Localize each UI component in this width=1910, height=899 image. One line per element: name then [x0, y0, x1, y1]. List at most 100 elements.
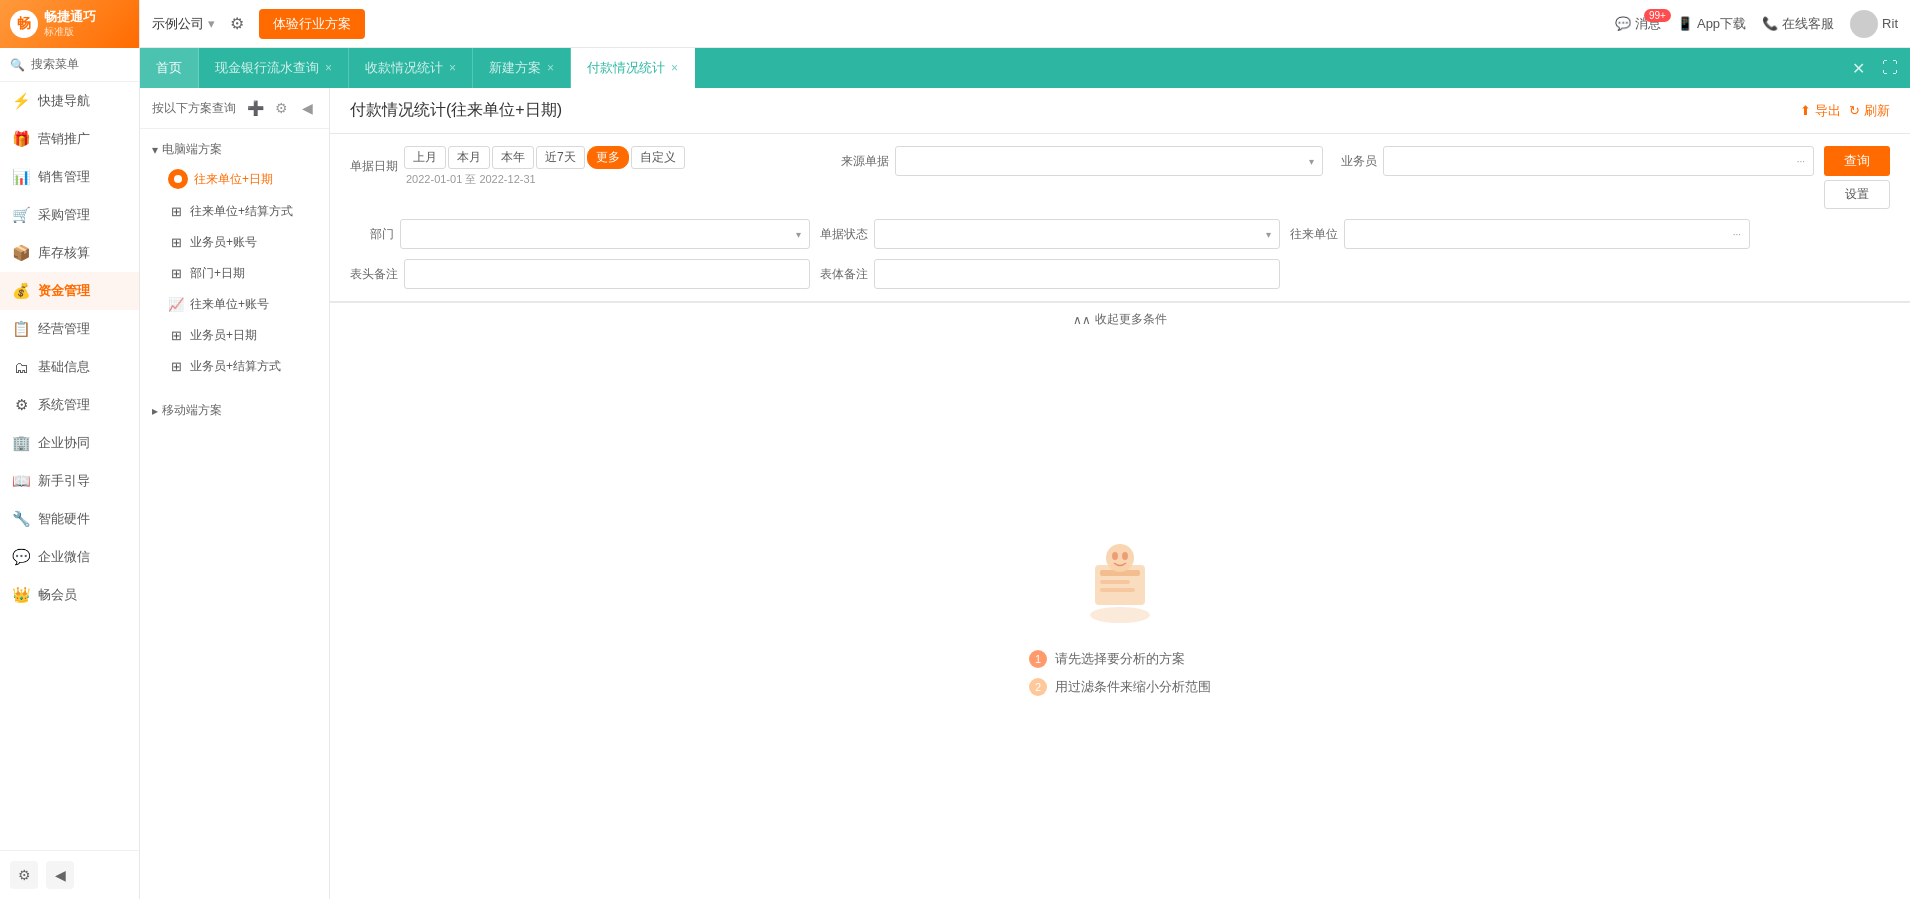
custom-date-btn[interactable]: 自定义 — [631, 146, 685, 169]
desktop-scheme-group-title[interactable]: ▾ 电脑端方案 — [140, 137, 329, 162]
doc-status-input[interactable]: ▾ — [874, 219, 1280, 249]
app-logo-icon: 畅 — [10, 10, 38, 38]
scheme-item-salesman-account[interactable]: ⊞ 业务员+账号 — [140, 227, 329, 258]
system-icon: ⚙ — [12, 396, 30, 414]
sidebar-item-guide[interactable]: 📖 新手引导 — [0, 462, 139, 500]
scheme-item-salesman-settle[interactable]: ⊞ 业务员+结算方式 — [140, 351, 329, 382]
tab-new-scheme[interactable]: 新建方案 × — [473, 48, 571, 88]
company-selector[interactable]: 示例公司 ▾ — [152, 15, 215, 33]
sidebar-item-inventory[interactable]: 📦 库存核算 — [0, 234, 139, 272]
scheme-settings-button[interactable]: ⚙ — [271, 98, 291, 118]
salesman-arrow: ··· — [1797, 156, 1805, 167]
this-month-btn[interactable]: 本月 — [448, 146, 490, 169]
tab-payment-stats-close[interactable]: × — [671, 61, 678, 75]
message-button[interactable]: 💬 消息 99+ — [1615, 15, 1661, 33]
sidebar-item-member[interactable]: 👑 畅会员 — [0, 576, 139, 614]
salesman-input[interactable]: ··· — [1383, 146, 1814, 176]
sidebar-item-quick-nav[interactable]: ⚡ 快捷导航 — [0, 82, 139, 120]
sidebar-item-system[interactable]: ⚙ 系统管理 — [0, 386, 139, 424]
scheme-item-dept-date[interactable]: ⊞ 部门+日期 — [140, 258, 329, 289]
sidebar-collapse-button[interactable]: ◀ — [46, 861, 74, 889]
user-avatar-button[interactable]: Rit — [1850, 10, 1898, 38]
sidebar: 畅 畅捷通巧 标准版 🔍 搜索菜单 ⚡ 快捷导航 🎁 营销推广 📊 销售管理 🛒… — [0, 0, 140, 899]
tab-payment-stats[interactable]: 付款情况统计 × — [571, 48, 695, 88]
doc-status-label: 单据状态 — [820, 226, 868, 243]
export-button[interactable]: ⬆ 导出 — [1800, 102, 1841, 120]
online-service-button[interactable]: 📞 在线客服 — [1762, 15, 1834, 33]
dept-input[interactable]: ▾ — [400, 219, 810, 249]
body-note-input[interactable] — [874, 259, 1280, 289]
tab-bank-flow[interactable]: 现金银行流水查询 × — [199, 48, 349, 88]
tab-maximize-button[interactable]: ⛶ — [1878, 56, 1902, 80]
sidebar-footer: ⚙ ◀ — [0, 850, 139, 899]
source-doc-arrow: ▾ — [1309, 156, 1314, 167]
online-service-label: 在线客服 — [1782, 15, 1834, 33]
source-doc-input[interactable]: ▾ — [895, 146, 1322, 176]
page-actions: ⬆ 导出 ↻ 刷新 — [1800, 102, 1890, 120]
sidebar-item-wechat[interactable]: 💬 企业微信 — [0, 538, 139, 576]
more-date-btn[interactable]: 更多 — [587, 146, 629, 169]
user-avatar — [1850, 10, 1878, 38]
sidebar-item-operation[interactable]: 📋 经营管理 — [0, 310, 139, 348]
tab-new-scheme-close[interactable]: × — [547, 61, 554, 75]
collapse-side-panel-button[interactable]: ◀ — [297, 98, 317, 118]
quick-nav-icon: ⚡ — [12, 92, 30, 110]
scheme-item-partner-settle[interactable]: ⊞ 往来单位+结算方式 — [140, 196, 329, 227]
sidebar-settings-button[interactable]: ⚙ — [10, 861, 38, 889]
tab-receivable-close[interactable]: × — [449, 61, 456, 75]
this-year-btn[interactable]: 本年 — [492, 146, 534, 169]
step-num-1: 1 — [1029, 650, 1047, 668]
scheme-item-label: 业务员+结算方式 — [190, 358, 281, 375]
svg-point-0 — [1090, 607, 1150, 623]
step-num-2: 2 — [1029, 678, 1047, 696]
collapse-label: 收起更多条件 — [1095, 311, 1167, 328]
body-note-label: 表体备注 — [820, 266, 868, 283]
collapse-icon: ∧∧ — [1073, 313, 1091, 327]
query-button[interactable]: 查询 — [1824, 146, 1890, 176]
empty-step-1: 1 请先选择要分析的方案 — [1029, 650, 1211, 668]
scheme-table-icon-3: ⊞ — [168, 266, 184, 282]
app-download-button[interactable]: 📱 App下载 — [1677, 15, 1746, 33]
scheme-item-label: 往来单位+结算方式 — [190, 203, 293, 220]
sidebar-item-basic-info[interactable]: 🗂 基础信息 — [0, 348, 139, 386]
empty-illustration — [1070, 530, 1170, 630]
sidebar-item-capital[interactable]: 💰 资金管理 — [0, 272, 139, 310]
refresh-button[interactable]: ↻ 刷新 — [1849, 102, 1890, 120]
sidebar-item-label: 畅会员 — [38, 586, 77, 604]
topbar-settings-button[interactable]: ⚙ — [223, 10, 251, 38]
search-menu[interactable]: 🔍 搜索菜单 — [0, 48, 139, 82]
scheme-item-salesman-date[interactable]: ⊞ 业务员+日期 — [140, 320, 329, 351]
sidebar-item-label: 基础信息 — [38, 358, 90, 376]
scheme-item-partner-date[interactable]: 往来单位+日期 — [140, 162, 329, 196]
sidebar-item-label: 经营管理 — [38, 320, 90, 338]
sidebar-item-smart-hw[interactable]: 🔧 智能硬件 — [0, 500, 139, 538]
collapse-bar[interactable]: ∧∧ 收起更多条件 — [330, 302, 1910, 336]
side-panel: 按以下方案查询 ➕ ⚙ ◀ ▾ 电脑端方案 往来单位+日期 — [140, 88, 330, 899]
sidebar-item-enterprise[interactable]: 🏢 企业协同 — [0, 424, 139, 462]
sidebar-item-purchase[interactable]: 🛒 采购管理 — [0, 196, 139, 234]
app-name: 畅捷通巧 — [44, 9, 96, 25]
tab-close-all-button[interactable]: ✕ — [1846, 56, 1870, 80]
add-scheme-button[interactable]: ➕ — [245, 98, 265, 118]
last-7days-btn[interactable]: 近7天 — [536, 146, 585, 169]
header-note-input[interactable] — [404, 259, 810, 289]
dept-label: 部门 — [350, 226, 394, 243]
partner-input[interactable]: ··· — [1344, 219, 1750, 249]
tab-bank-flow-close[interactable]: × — [325, 61, 332, 75]
sidebar-nav: ⚡ 快捷导航 🎁 营销推广 📊 销售管理 🛒 采购管理 📦 库存核算 💰 资金管… — [0, 82, 139, 850]
capital-icon: 💰 — [12, 282, 30, 300]
tab-receivable[interactable]: 收款情况统计 × — [349, 48, 473, 88]
scheme-item-partner-account[interactable]: 📈 往来单位+账号 — [140, 289, 329, 320]
tab-home[interactable]: 首页 — [140, 48, 199, 88]
tab-home-label: 首页 — [156, 59, 182, 77]
sidebar-item-label: 企业协同 — [38, 434, 90, 452]
salesman-label: 业务员 — [1333, 153, 1377, 170]
message-badge: 99+ — [1644, 9, 1671, 22]
filter-settings-button[interactable]: 设置 — [1824, 180, 1890, 209]
sidebar-item-marketing[interactable]: 🎁 营销推广 — [0, 120, 139, 158]
sidebar-item-sales[interactable]: 📊 销售管理 — [0, 158, 139, 196]
last-month-btn[interactable]: 上月 — [404, 146, 446, 169]
trial-button[interactable]: 体验行业方案 — [259, 9, 365, 39]
page-title: 付款情况统计(往来单位+日期) — [350, 100, 562, 121]
mobile-scheme-group-title[interactable]: ▸ 移动端方案 — [140, 398, 329, 423]
